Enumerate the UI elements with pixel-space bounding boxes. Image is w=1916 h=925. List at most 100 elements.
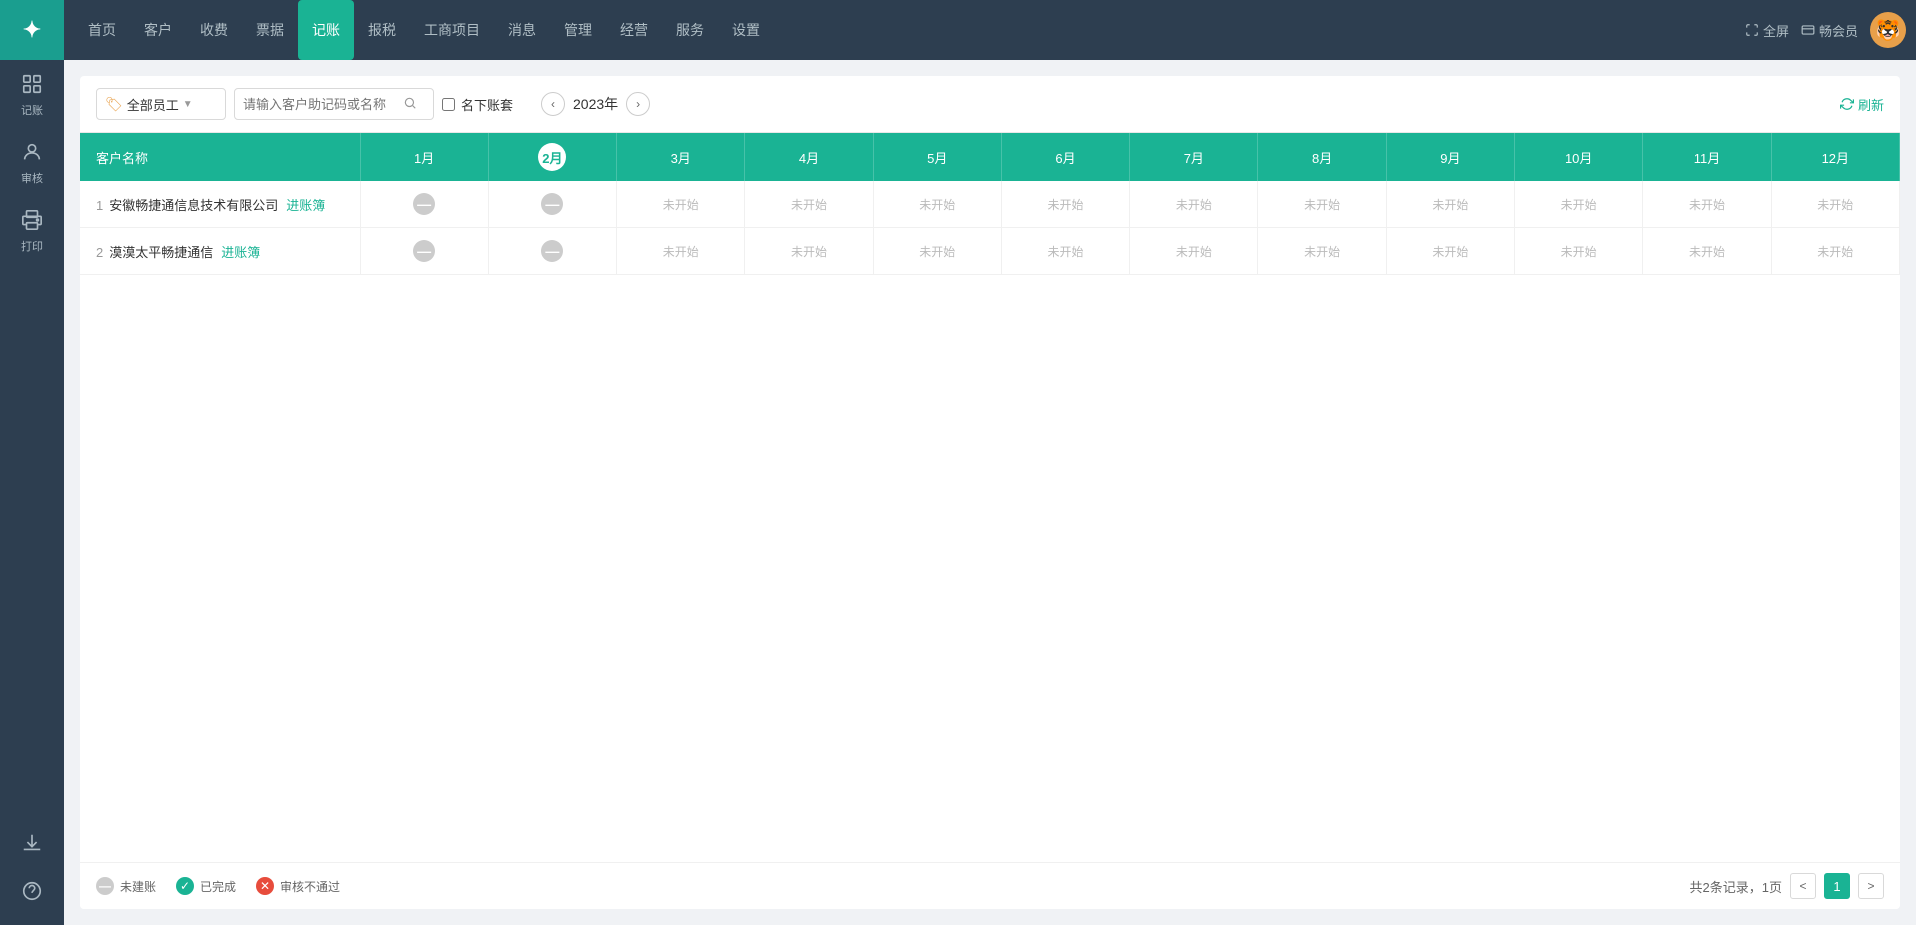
vip-button[interactable]: 畅会员 xyxy=(1801,21,1858,40)
my-accounts-checkbox-label[interactable]: 名下账套 xyxy=(442,95,513,114)
refresh-button[interactable]: 刷新 xyxy=(1840,95,1884,114)
employee-select[interactable]: 🏷 全部员工 ▼ xyxy=(96,88,226,120)
employee-icon: 🏷 xyxy=(105,96,123,113)
sidebar-item-print-label: 打印 xyxy=(21,238,43,254)
not-started-status: 未开始 xyxy=(1048,198,1084,212)
my-accounts-checkbox[interactable] xyxy=(442,98,455,111)
not-started-status: 未开始 xyxy=(1689,198,1725,212)
col-header-m7: 7月 xyxy=(1130,133,1258,181)
download-icon xyxy=(16,829,48,857)
not-started-status: 未开始 xyxy=(791,245,827,259)
month-cell: 未开始 xyxy=(1001,181,1129,228)
user-avatar[interactable]: 🐯 xyxy=(1870,12,1906,48)
sidebar-logo[interactable]: ✦ xyxy=(0,0,64,60)
table-header-row: 客户名称 1月 2月 3月 4月 5月 6月 7月 8月 9月 xyxy=(80,133,1900,181)
nav-service[interactable]: 服务 xyxy=(662,0,718,60)
not-started-status: 未开始 xyxy=(1304,198,1340,212)
sidebar-item-print[interactable]: 打印 xyxy=(0,196,64,264)
nav-operation[interactable]: 经营 xyxy=(606,0,662,60)
search-input-wrap xyxy=(234,88,434,120)
month-cell: 未开始 xyxy=(873,228,1001,275)
month-cell: 未开始 xyxy=(1001,228,1129,275)
content-area: 🏷 全部员工 ▼ 名下账套 ‹ xyxy=(64,60,1916,925)
nav-billing[interactable]: 收费 xyxy=(186,0,242,60)
nav-tax[interactable]: 报税 xyxy=(354,0,410,60)
month-cell: — xyxy=(360,228,488,275)
total-records: 共2条记录，1页 xyxy=(1690,877,1782,896)
sidebar-item-accounting-label: 记账 xyxy=(21,102,43,118)
main-card: 🏷 全部员工 ▼ 名下账套 ‹ xyxy=(80,76,1900,909)
month-cell: 未开始 xyxy=(745,228,873,275)
nav-message[interactable]: 消息 xyxy=(494,0,550,60)
table-row: 2漠漠太平畅捷通信进账簿——未开始未开始未开始未开始未开始未开始未开始未开始未开… xyxy=(80,228,1900,275)
nav-ledger[interactable]: 记账 xyxy=(298,0,354,60)
dash-icon: — xyxy=(541,240,563,262)
nav-business[interactable]: 工商项目 xyxy=(410,0,494,60)
month-cell: 未开始 xyxy=(1386,228,1514,275)
year-nav: ‹ 2023年 › xyxy=(541,92,650,116)
fullscreen-button[interactable]: 全屏 xyxy=(1745,21,1789,40)
month-cell: 未开始 xyxy=(1258,181,1386,228)
rejected-icon: ✕ xyxy=(256,877,274,895)
ledger-table: 客户名称 1月 2月 3月 4月 5月 6月 7月 8月 9月 xyxy=(80,133,1900,275)
dash-icon: — xyxy=(413,240,435,262)
company-cell: 2漠漠太平畅捷通信进账簿 xyxy=(80,228,360,275)
legend-not-built: — 未建账 xyxy=(96,877,156,895)
sidebar-item-audit[interactable]: 审核 xyxy=(0,128,64,196)
not-started-status: 未开始 xyxy=(663,245,699,259)
nav-manage[interactable]: 管理 xyxy=(550,0,606,60)
month-cell: 未开始 xyxy=(1130,181,1258,228)
not-started-status: 未开始 xyxy=(791,198,827,212)
month-cell: 未开始 xyxy=(1643,228,1771,275)
col-header-m11: 11月 xyxy=(1643,133,1771,181)
table-row: 1安徽畅捷通信息技术有限公司进账簿——未开始未开始未开始未开始未开始未开始未开始… xyxy=(80,181,1900,228)
employee-select-text: 全部员工 xyxy=(127,95,179,114)
legend-completed: ✓ 已完成 xyxy=(176,877,236,895)
not-started-status: 未开始 xyxy=(1432,245,1468,259)
enter-ledger-link[interactable]: 进账簿 xyxy=(221,245,260,260)
month-cell: 未开始 xyxy=(1386,181,1514,228)
row-number: 1 xyxy=(96,198,103,213)
not-started-status: 未开始 xyxy=(1176,198,1212,212)
table-container: 客户名称 1月 2月 3月 4月 5月 6月 7月 8月 9月 xyxy=(80,133,1900,862)
col-header-m9: 9月 xyxy=(1386,133,1514,181)
next-page-button[interactable]: > xyxy=(1858,873,1884,899)
search-input[interactable] xyxy=(243,97,403,112)
month-cell: — xyxy=(488,181,616,228)
dash-icon: — xyxy=(541,193,563,215)
prev-page-button[interactable]: < xyxy=(1790,873,1816,899)
col-header-m5: 5月 xyxy=(873,133,1001,181)
nav-settings[interactable]: 设置 xyxy=(718,0,774,60)
not-started-status: 未开始 xyxy=(1689,245,1725,259)
sidebar-item-audit-label: 审核 xyxy=(21,170,43,186)
nav-invoice[interactable]: 票据 xyxy=(242,0,298,60)
sidebar-item-accounting[interactable]: 记账 xyxy=(0,60,64,128)
prev-year-button[interactable]: ‹ xyxy=(541,92,565,116)
not-started-status: 未开始 xyxy=(919,198,955,212)
month-cell: — xyxy=(488,228,616,275)
search-icon[interactable] xyxy=(403,96,417,113)
sidebar-item-support[interactable] xyxy=(0,867,64,915)
month-cell: 未开始 xyxy=(1771,228,1899,275)
not-built-icon: — xyxy=(96,877,114,895)
company-cell: 1安徽畅捷通信息技术有限公司进账簿 xyxy=(80,181,360,228)
month-cell: 未开始 xyxy=(617,181,745,228)
not-started-status: 未开始 xyxy=(663,198,699,212)
nav-customer[interactable]: 客户 xyxy=(130,0,186,60)
nav-home[interactable]: 首页 xyxy=(74,0,130,60)
top-nav: 首页 客户 收费 票据 记账 报税 工商项目 消息 管理 经营 服务 设置 全屏… xyxy=(64,0,1916,60)
not-started-status: 未开始 xyxy=(1304,245,1340,259)
next-year-button[interactable]: › xyxy=(626,92,650,116)
toolbar: 🏷 全部员工 ▼ 名下账套 ‹ xyxy=(80,76,1900,133)
sidebar-item-download[interactable] xyxy=(0,819,64,867)
month-cell: 未开始 xyxy=(873,181,1001,228)
col-header-m4: 4月 xyxy=(745,133,873,181)
not-started-status: 未开始 xyxy=(1561,198,1597,212)
enter-ledger-link[interactable]: 进账簿 xyxy=(286,198,325,213)
month-cell: 未开始 xyxy=(617,228,745,275)
col-header-m1: 1月 xyxy=(360,133,488,181)
col-header-m3: 3月 xyxy=(617,133,745,181)
current-page-number[interactable]: 1 xyxy=(1824,873,1850,899)
not-started-status: 未开始 xyxy=(1432,198,1468,212)
month-cell: 未开始 xyxy=(1515,181,1643,228)
